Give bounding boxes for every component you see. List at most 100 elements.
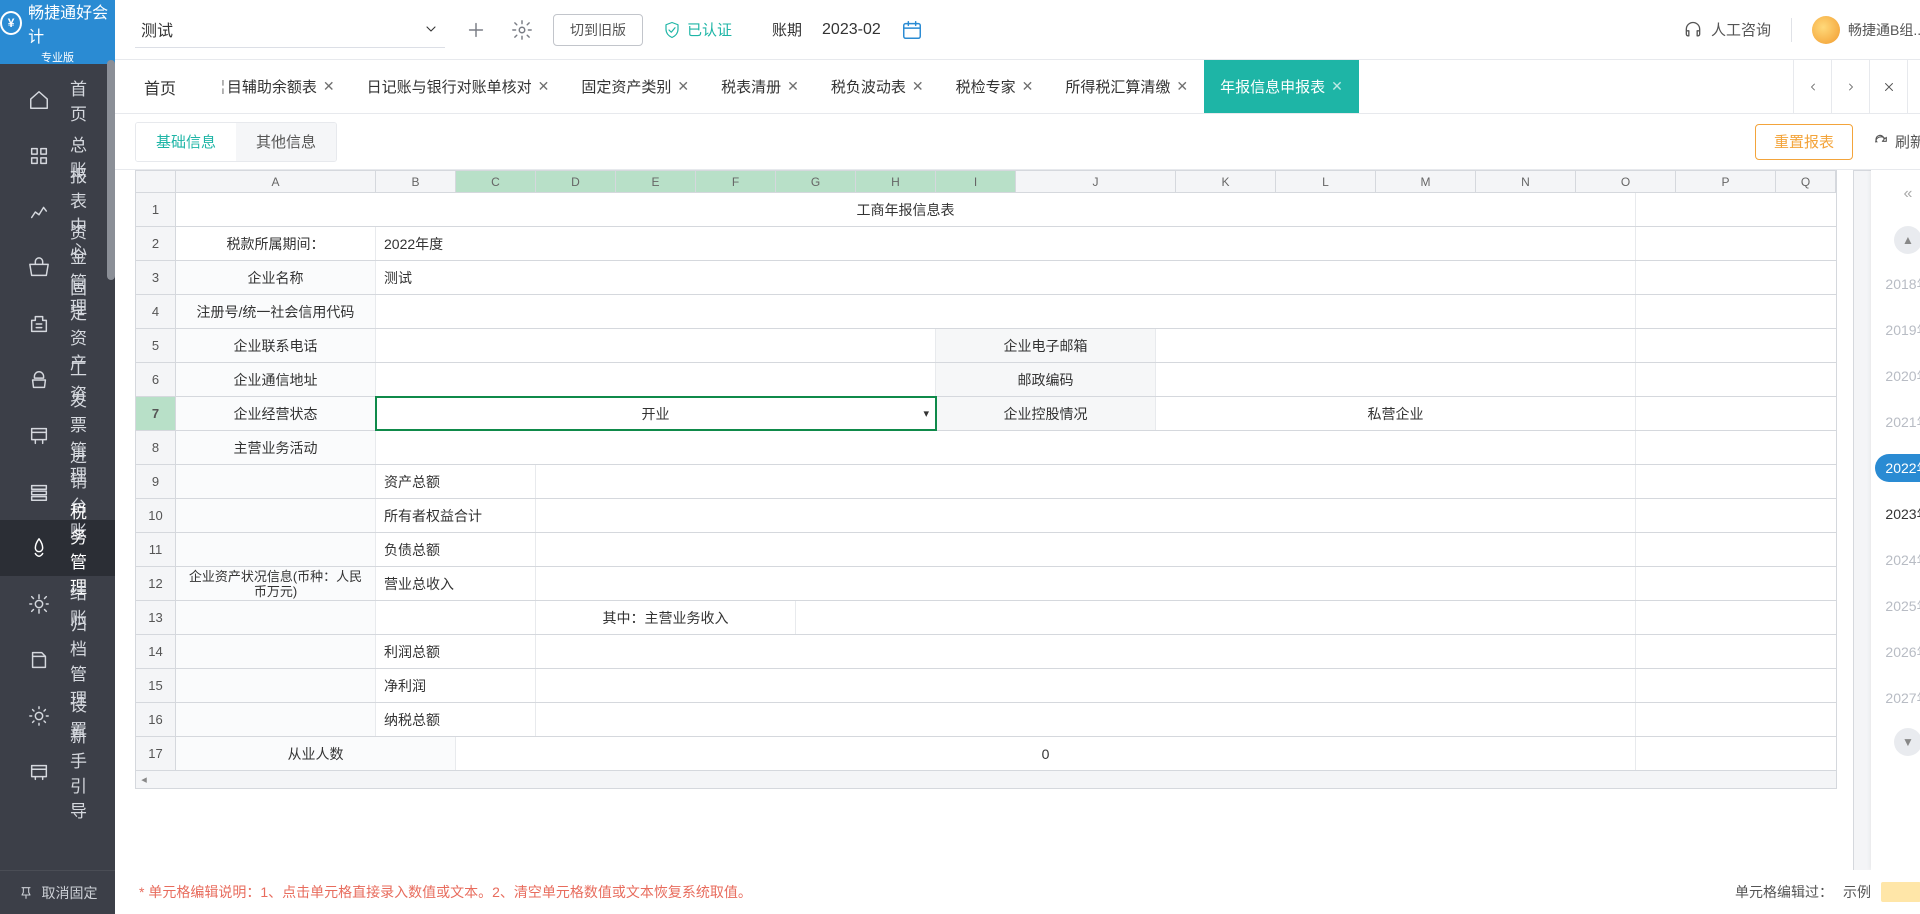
row-header-7[interactable]: 7 xyxy=(136,397,176,430)
asset-group[interactable] xyxy=(176,465,376,498)
cell[interactable] xyxy=(176,499,376,532)
col-header-L[interactable]: L xyxy=(1276,171,1376,192)
period-label-cell[interactable]: 税款所属期间： xyxy=(176,227,376,260)
rail-collapse[interactable]: « xyxy=(1904,178,1913,210)
liabilities-value[interactable] xyxy=(536,533,1636,566)
reg-code-value[interactable] xyxy=(376,295,1636,328)
tab-4[interactable]: 税负波动表✕ xyxy=(815,60,940,113)
nav-item-9[interactable]: 结账 xyxy=(0,576,115,632)
tab-close[interactable]: ✕ xyxy=(538,78,550,95)
tab-close[interactable]: ✕ xyxy=(1022,78,1034,95)
nav-item-8[interactable]: 税务管理 xyxy=(0,520,115,576)
tax-value[interactable] xyxy=(536,703,1636,736)
nav-item-0[interactable]: 首页 xyxy=(0,72,115,128)
col-header-M[interactable]: M xyxy=(1376,171,1476,192)
nav-item-10[interactable]: 归档管理 xyxy=(0,632,115,688)
gear-icon[interactable] xyxy=(511,19,533,41)
reg-code-label[interactable]: 注册号/统一社会信用代码 xyxy=(176,295,376,328)
row-header-4[interactable]: 4 xyxy=(136,295,176,328)
year-2019年[interactable]: 2019年 xyxy=(1875,316,1920,344)
row-header-1[interactable]: 1 xyxy=(136,193,176,226)
company-selector[interactable]: 测试 xyxy=(135,12,445,48)
tab-close[interactable]: ✕ xyxy=(1176,78,1188,95)
row-header-15[interactable]: 15 xyxy=(136,669,176,702)
select-all-corner[interactable] xyxy=(136,171,176,192)
profit-value[interactable] xyxy=(536,635,1636,668)
old-version-button[interactable]: 切到旧版 xyxy=(553,14,643,46)
cell[interactable] xyxy=(176,601,376,634)
reset-button[interactable]: 重置报表 xyxy=(1755,124,1853,160)
equity-value[interactable] xyxy=(536,499,1636,532)
user-menu[interactable]: 畅捷通B组... xyxy=(1812,16,1920,44)
nav-item-1[interactable]: 总账 xyxy=(0,128,115,184)
revenue-sub-pad[interactable] xyxy=(376,601,536,634)
address-value[interactable] xyxy=(376,363,936,396)
holding-value[interactable]: 私营企业 xyxy=(1156,397,1636,430)
cell[interactable] xyxy=(176,635,376,668)
nav-item-4[interactable]: 固定资产 xyxy=(0,296,115,352)
revenue-label[interactable]: 营业总收入 xyxy=(376,567,536,600)
equity-label[interactable]: 所有者权益合计 xyxy=(376,499,536,532)
tab-close[interactable]: ✕ xyxy=(787,78,799,95)
tab-home[interactable]: 首页 xyxy=(115,60,205,113)
col-header-F[interactable]: F xyxy=(696,171,776,192)
col-header-I[interactable]: I xyxy=(936,171,1016,192)
year-2020年[interactable]: 2020年 xyxy=(1875,362,1920,390)
col-header-K[interactable]: K xyxy=(1176,171,1276,192)
liabilities-label[interactable]: 负债总额 xyxy=(376,533,536,566)
activity-value[interactable] xyxy=(376,431,1636,464)
row-header-14[interactable]: 14 xyxy=(136,635,176,668)
row-header-16[interactable]: 16 xyxy=(136,703,176,736)
vertical-scrollbar[interactable] xyxy=(1853,170,1871,870)
tab-3[interactable]: 税表清册✕ xyxy=(705,60,815,113)
tabs-fullscreen[interactable] xyxy=(1907,60,1920,113)
unpin-button[interactable]: 取消固定 xyxy=(0,870,115,914)
nav-item-2[interactable]: 报表中心 xyxy=(0,184,115,240)
col-header-H[interactable]: H xyxy=(856,171,936,192)
net-profit-label[interactable]: 净利润 xyxy=(376,669,536,702)
row-header-5[interactable]: 5 xyxy=(136,329,176,362)
row-header-10[interactable]: 10 xyxy=(136,499,176,532)
period-value-cell[interactable]: 2022年度 xyxy=(376,227,1636,260)
year-up[interactable]: ▲ xyxy=(1894,226,1920,254)
tab-1[interactable]: 日记账与银行对账单核对✕ xyxy=(351,60,566,113)
row-header-9[interactable]: 9 xyxy=(136,465,176,498)
status-dropdown[interactable]: 开业 xyxy=(376,397,936,430)
nav-item-6[interactable]: 发票管理 xyxy=(0,408,115,464)
net-profit-value[interactable] xyxy=(536,669,1636,702)
col-header-G[interactable]: G xyxy=(776,171,856,192)
row-header-8[interactable]: 8 xyxy=(136,431,176,464)
nav-item-3[interactable]: 资金管理 xyxy=(0,240,115,296)
tabs-prev[interactable] xyxy=(1793,60,1831,113)
row-header-2[interactable]: 2 xyxy=(136,227,176,260)
row-header-3[interactable]: 3 xyxy=(136,261,176,294)
tab-2[interactable]: 固定资产类别✕ xyxy=(565,60,705,113)
cell[interactable] xyxy=(176,533,376,566)
plus-icon[interactable] xyxy=(465,19,487,41)
col-header-E[interactable]: E xyxy=(616,171,696,192)
col-header-J[interactable]: J xyxy=(1016,171,1176,192)
year-2018年[interactable]: 2018年 xyxy=(1875,270,1920,298)
postcode-value[interactable] xyxy=(1156,363,1636,396)
year-2026年[interactable]: 2026年 xyxy=(1875,638,1920,666)
phone-value[interactable] xyxy=(376,329,936,362)
year-2022年[interactable]: 2022年 xyxy=(1875,454,1920,482)
status-label[interactable]: 企业经营状态 xyxy=(176,397,376,430)
tab-close[interactable]: ✕ xyxy=(677,78,689,95)
col-header-B[interactable]: B xyxy=(376,171,456,192)
tab-6[interactable]: 所得税汇算清缴✕ xyxy=(1049,60,1204,113)
sub-tab-other[interactable]: 其他信息 xyxy=(236,123,336,161)
year-2021年[interactable]: 2021年 xyxy=(1875,408,1920,436)
sub-tab-basic[interactable]: 基础信息 xyxy=(136,123,236,161)
sidebar-scrollbar[interactable] xyxy=(107,60,115,280)
nav-item-12[interactable]: 新手引导 xyxy=(0,744,115,800)
col-header-P[interactable]: P xyxy=(1676,171,1776,192)
address-label[interactable]: 企业通信地址 xyxy=(176,363,376,396)
email-value[interactable] xyxy=(1156,329,1636,362)
tabs-close-all[interactable] xyxy=(1869,60,1907,113)
col-header-N[interactable]: N xyxy=(1476,171,1576,192)
cell[interactable] xyxy=(176,669,376,702)
col-header-A[interactable]: A xyxy=(176,171,376,192)
email-label[interactable]: 企业电子邮箱 xyxy=(936,329,1156,362)
tab-close[interactable]: ✕ xyxy=(1331,78,1343,95)
